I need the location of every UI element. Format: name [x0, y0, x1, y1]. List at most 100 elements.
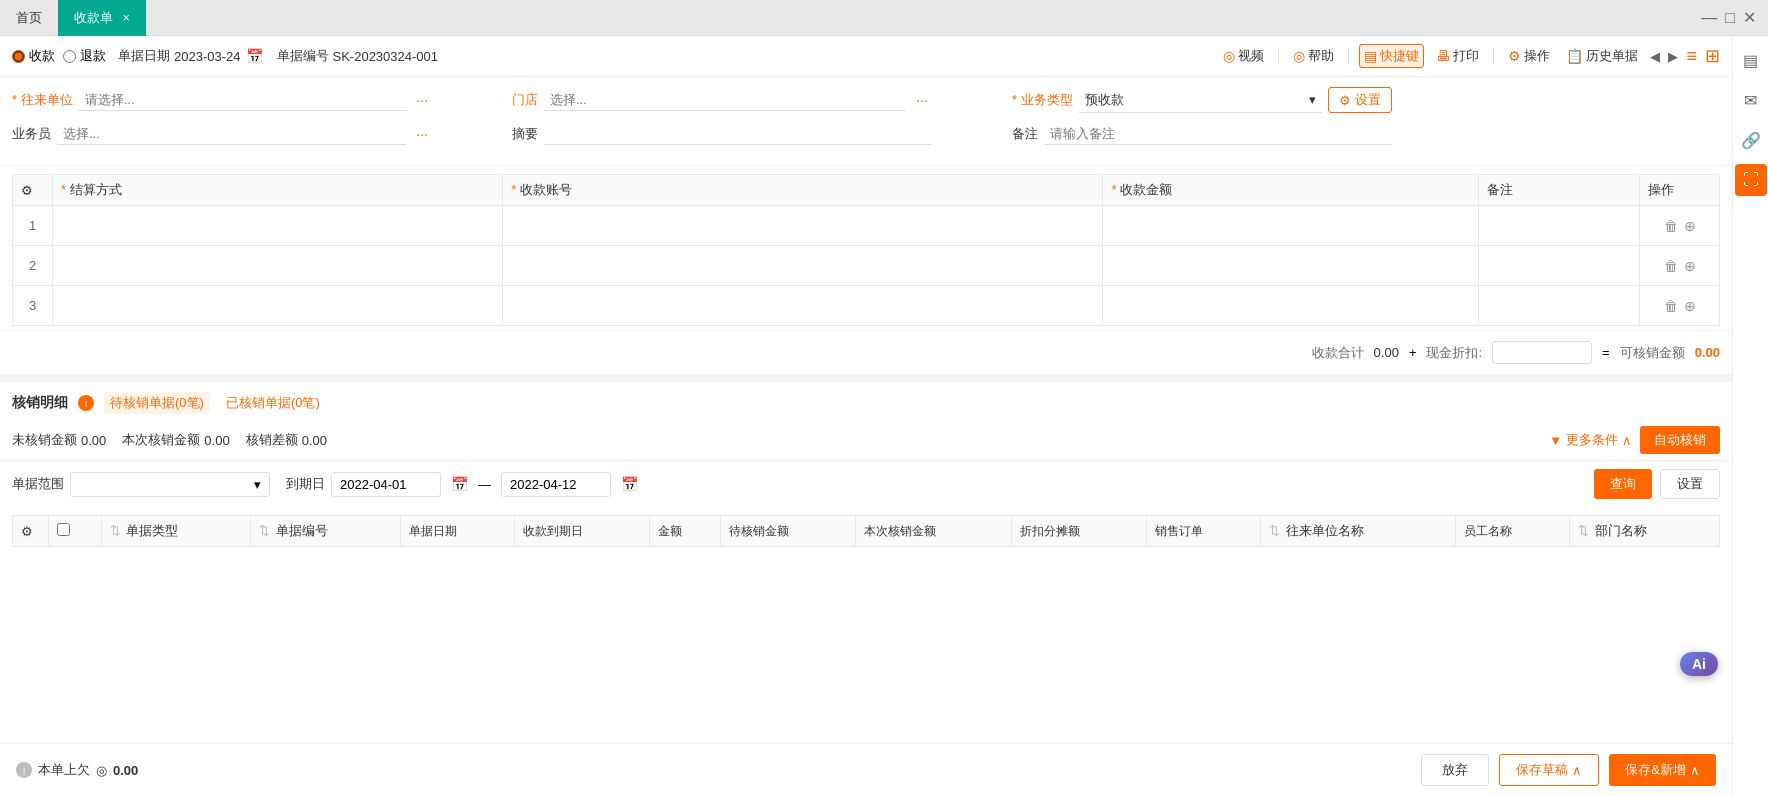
- radio-receipt-label[interactable]: 收款: [12, 47, 55, 65]
- account-cell-1[interactable]: [503, 206, 1103, 246]
- tab-home[interactable]: 首页: [0, 0, 58, 36]
- shop-input[interactable]: [544, 89, 906, 111]
- account-cell-2[interactable]: [503, 246, 1103, 286]
- ai-badge[interactable]: Ai: [1680, 652, 1718, 676]
- staff-input[interactable]: [57, 123, 406, 145]
- counterpart-label: 往来单位: [12, 91, 73, 109]
- history-btn[interactable]: 📋 历史单据: [1562, 45, 1642, 67]
- menu-icon[interactable]: ≡: [1686, 46, 1697, 67]
- gear-icon[interactable]: ⚙: [21, 183, 33, 198]
- counterpart-more-icon[interactable]: ···: [412, 92, 432, 108]
- calendar-icon[interactable]: 📅: [245, 46, 265, 66]
- radio-refund-label[interactable]: 退款: [63, 47, 106, 65]
- shortcut-btn[interactable]: ▤ 快捷键: [1359, 44, 1424, 68]
- remark-field: 备注: [1012, 123, 1392, 145]
- nav-left-icon[interactable]: ◀: [1650, 49, 1660, 64]
- counterpart-field: 往来单位 ···: [12, 89, 432, 111]
- tab-close-icon[interactable]: ×: [123, 11, 130, 25]
- amount-cell-2[interactable]: [1103, 246, 1478, 286]
- shop-more-icon[interactable]: ···: [912, 92, 932, 108]
- staff-more-icon[interactable]: ···: [412, 126, 432, 142]
- date-from-calendar-icon[interactable]: 📅: [451, 476, 468, 492]
- bill-info-value: 0.00: [113, 763, 138, 778]
- copy-row-3-icon[interactable]: ⊕: [1684, 298, 1696, 314]
- sidebar-table-icon[interactable]: ▤: [1735, 44, 1767, 76]
- note-cell-2[interactable]: [1478, 246, 1639, 286]
- query-btn[interactable]: 查询: [1594, 469, 1652, 499]
- save-new-btn[interactable]: 保存&新增 ∧: [1609, 754, 1716, 786]
- select-all-checkbox[interactable]: [57, 523, 70, 536]
- radio-receipt[interactable]: [12, 50, 25, 63]
- no-value: SK-20230324-001: [333, 49, 439, 64]
- amount-cell-1[interactable]: [1103, 206, 1478, 246]
- copy-row-2-icon[interactable]: ⊕: [1684, 258, 1696, 274]
- date-to-input[interactable]: [501, 472, 611, 497]
- expand-icon[interactable]: ⊞: [1705, 45, 1720, 67]
- filter-settings-btn[interactable]: 设置: [1660, 469, 1720, 499]
- settle-cell-2[interactable]: [53, 246, 503, 286]
- settings-btn[interactable]: ⚙ 设置: [1328, 87, 1392, 113]
- action-cell-1: 🗑 ⊕: [1640, 206, 1720, 246]
- delete-row-1-icon[interactable]: 🗑: [1664, 218, 1678, 234]
- col-pending-th: 待核销金额: [721, 516, 856, 547]
- sidebar-mail-icon[interactable]: ✉: [1735, 84, 1767, 116]
- operation-btn[interactable]: ⚙ 操作: [1504, 45, 1554, 67]
- operation-icon: ⚙: [1508, 48, 1521, 64]
- date-from-input[interactable]: [331, 472, 441, 497]
- available-label: 可核销金额: [1620, 344, 1685, 362]
- counterpart-input[interactable]: [79, 89, 407, 111]
- settle-cell-3[interactable]: [53, 286, 503, 326]
- footer-info-icon-circle[interactable]: ◎: [96, 763, 107, 778]
- copy-row-1-icon[interactable]: ⊕: [1684, 218, 1696, 234]
- video-icon: ◎: [1223, 48, 1235, 64]
- bottom-table-wrap: ⚙ ⇅ 单据类型 ⇅ 单据编号 单据日期 收款到期日 金额: [0, 507, 1732, 555]
- form-row-1: 往来单位 ··· 门店 ··· 业务类型 预收款 ▾ ⚙ 设置: [12, 87, 1720, 113]
- footer-info-icon: i: [16, 762, 32, 778]
- more-conditions-btn[interactable]: ▼ 更多条件 ∧: [1549, 431, 1632, 449]
- range-chevron-icon: ▾: [254, 477, 261, 492]
- nav-right-icon[interactable]: ▶: [1668, 49, 1678, 64]
- verification-table: ⚙ ⇅ 单据类型 ⇅ 单据编号 单据日期 收款到期日 金额: [12, 515, 1720, 547]
- account-cell-3[interactable]: [503, 286, 1103, 326]
- available-value: 0.00: [1695, 345, 1720, 360]
- discount-input[interactable]: [1492, 341, 1592, 364]
- tab-receipt[interactable]: 收款单 ×: [58, 0, 146, 36]
- window-close-icon[interactable]: ✕: [1743, 8, 1756, 27]
- delete-row-2-icon[interactable]: 🗑: [1664, 258, 1678, 274]
- note-cell-3[interactable]: [1478, 286, 1639, 326]
- range-select[interactable]: ▾: [70, 472, 270, 497]
- col-checkbox-th: ⚙: [13, 516, 49, 547]
- date-field: 单据日期 2023-03-24 📅: [118, 46, 265, 66]
- window-min-icon[interactable]: —: [1701, 9, 1717, 27]
- delete-row-3-icon[interactable]: 🗑: [1664, 298, 1678, 314]
- history-icon: 📋: [1566, 48, 1583, 64]
- no-label: 单据编号: [277, 47, 329, 65]
- tab-completed[interactable]: 已核销单据(0笔): [220, 392, 326, 414]
- print-btn[interactable]: 🖶 打印: [1432, 45, 1483, 67]
- auto-verify-btn[interactable]: 自动核销: [1640, 426, 1720, 454]
- biz-type-select[interactable]: 预收款 ▾: [1079, 88, 1322, 113]
- save-new-chevron-icon: ∧: [1690, 763, 1700, 778]
- note-cell-1[interactable]: [1478, 206, 1639, 246]
- date-to-calendar-icon[interactable]: 📅: [621, 476, 638, 492]
- tab-pending[interactable]: 待核销单据(0笔): [104, 392, 210, 414]
- summary-input[interactable]: [544, 123, 932, 145]
- sidebar-link-icon[interactable]: 🔗: [1735, 124, 1767, 156]
- help-btn[interactable]: ◎ 帮助: [1289, 45, 1338, 67]
- divider2: [1348, 48, 1349, 64]
- radio-refund[interactable]: [63, 50, 76, 63]
- amount-cell-3[interactable]: [1103, 286, 1478, 326]
- settle-cell-1[interactable]: [53, 206, 503, 246]
- chevron-up-icon: ∧: [1622, 433, 1632, 448]
- range-field: 单据范围 ▾: [12, 472, 270, 497]
- abandon-btn[interactable]: 放弃: [1421, 754, 1489, 786]
- verification-info-icon[interactable]: i: [78, 395, 94, 411]
- video-btn[interactable]: ◎ 视频: [1219, 45, 1268, 67]
- window-max-icon[interactable]: □: [1725, 9, 1735, 27]
- col-amount-th: 金额: [649, 516, 721, 547]
- filter-icon: ▼: [1549, 433, 1562, 448]
- gear-icon-bottom[interactable]: ⚙: [21, 524, 33, 539]
- sidebar-expand-icon[interactable]: ⛶: [1735, 164, 1767, 196]
- save-draft-btn[interactable]: 保存草稿 ∧: [1499, 754, 1599, 786]
- remark-input[interactable]: [1044, 123, 1392, 145]
